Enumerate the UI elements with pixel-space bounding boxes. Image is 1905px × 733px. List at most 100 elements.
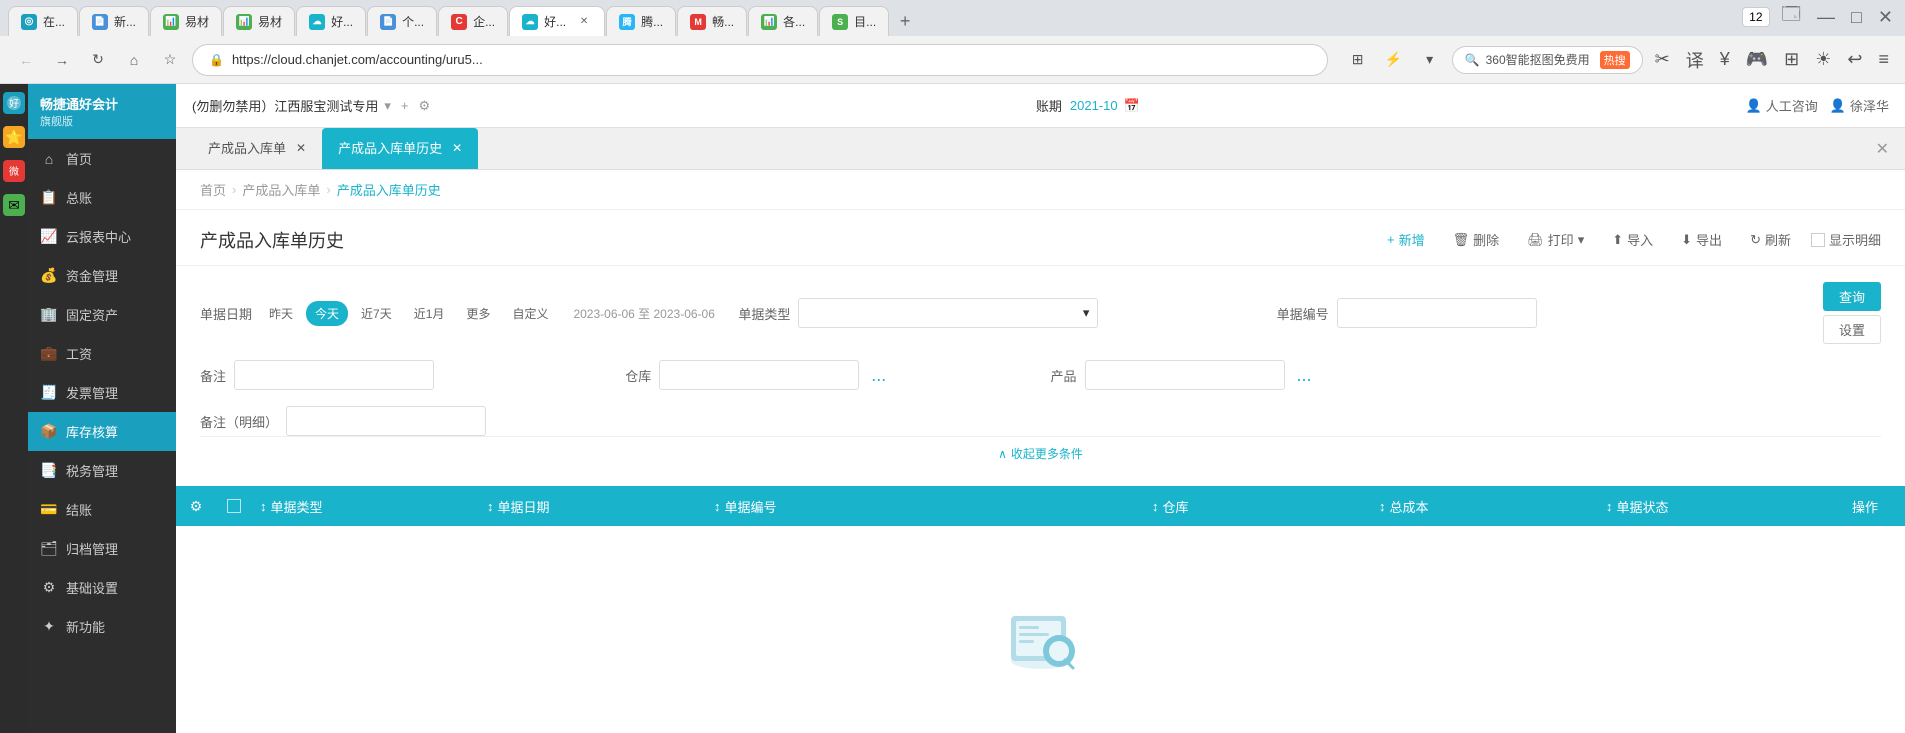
tab-t2[interactable]: 📄 新... xyxy=(79,6,149,36)
undo-icon[interactable]: ↩ xyxy=(1843,45,1866,74)
sidebar-item-home[interactable]: ⌂ 首页 xyxy=(28,139,176,178)
date-yesterday[interactable]: 昨天 xyxy=(260,301,302,326)
tab-close-history[interactable]: ✕ xyxy=(452,141,462,155)
note-input[interactable] xyxy=(234,360,434,390)
number-input[interactable] xyxy=(1337,298,1537,328)
bookmark-button[interactable]: ☆ xyxy=(156,46,184,74)
sidebar-item-cloud-report[interactable]: 📈 云报表中心 xyxy=(28,217,176,256)
tab-close-t8[interactable]: ✕ xyxy=(576,14,592,30)
sidebar-item-ledger[interactable]: 📋 总账 xyxy=(28,178,176,217)
breadcrumb-list[interactable]: 产成品入库单 xyxy=(242,180,320,199)
scissors-icon[interactable]: ✂ xyxy=(1651,45,1674,74)
tab-t7[interactable]: C 企... xyxy=(438,6,508,36)
tab-t8[interactable]: ☁ 好... ✕ xyxy=(509,6,605,36)
th-type[interactable]: ↕ 单据类型 xyxy=(252,497,479,516)
type-select[interactable]: ▾ xyxy=(798,298,1098,328)
extensions-icon[interactable]: ⊞ xyxy=(1344,46,1372,74)
date-more[interactable]: 更多 xyxy=(457,301,499,326)
show-columns-checkbox[interactable] xyxy=(1811,233,1825,247)
th-number[interactable]: ↕ 单据编号 xyxy=(706,497,1144,516)
sidebar-item-new-feature[interactable]: ✦ 新功能 xyxy=(28,607,176,646)
dropdown-icon[interactable]: ▾ xyxy=(1416,46,1444,74)
wallet-icon[interactable]: ¥ xyxy=(1716,45,1734,74)
settings-button[interactable]: 设置 xyxy=(1823,315,1881,344)
date-custom[interactable]: 自定义 xyxy=(503,301,557,326)
refresh-button[interactable]: ↻ 刷新 xyxy=(1742,226,1799,253)
table-settings-btn[interactable]: ⚙ xyxy=(176,498,216,515)
breadcrumb-home[interactable]: 首页 xyxy=(200,180,226,199)
browser-search[interactable]: 🔍 360智能抠图免费用 热搜 xyxy=(1452,46,1643,74)
date-today[interactable]: 今天 xyxy=(306,301,348,326)
product-input[interactable] xyxy=(1085,360,1285,390)
tab-t1[interactable]: ◎ 在... xyxy=(8,6,78,36)
show-columns-check[interactable]: 显示明细 xyxy=(1811,230,1881,249)
add-company-btn[interactable]: + xyxy=(401,98,409,113)
product-dots-btn[interactable]: ... xyxy=(1293,365,1316,386)
sidebar-item-salary[interactable]: 💼 工资 xyxy=(28,334,176,373)
tab-counter[interactable]: 12 xyxy=(1742,7,1769,27)
print-button[interactable]: 🖨 打印 ▾ xyxy=(1519,226,1592,253)
sidebar-item-basic-settings[interactable]: ⚙ 基础设置 xyxy=(28,568,176,607)
restore-icon[interactable]: 🗔 xyxy=(1778,0,1806,34)
table-select-all[interactable] xyxy=(216,499,252,513)
date-7days[interactable]: 近7天 xyxy=(352,301,401,326)
user-avatar[interactable]: 👤 徐泽华 xyxy=(1830,96,1889,115)
home-button[interactable]: ⌂ xyxy=(120,46,148,74)
sidebar-item-fixed-assets[interactable]: 🏢 固定资产 xyxy=(28,295,176,334)
game-icon[interactable]: 🎮 xyxy=(1742,45,1772,74)
query-button[interactable]: 查询 xyxy=(1823,282,1881,311)
tab-t10[interactable]: M 畅... xyxy=(677,6,747,36)
th-total-cost[interactable]: ↕ 总成本 xyxy=(1371,497,1598,516)
warehouse-input[interactable] xyxy=(659,360,859,390)
import-button[interactable]: ⬆ 导入 xyxy=(1604,226,1661,253)
company-settings-icon[interactable]: ⚙ xyxy=(418,98,430,114)
quick-icon-mail[interactable]: ✉ xyxy=(3,194,25,216)
date-1month[interactable]: 近1月 xyxy=(405,301,454,326)
window-close-icon[interactable]: ✕ xyxy=(1874,5,1897,30)
close-panel-btn[interactable]: ✕ xyxy=(1876,139,1889,159)
refresh-button[interactable]: ↻ xyxy=(84,46,112,74)
tab-t11[interactable]: 📊 各... xyxy=(748,6,818,36)
note-detail-input[interactable] xyxy=(286,406,486,436)
sidebar-item-archive[interactable]: 🗂 归档管理 xyxy=(28,529,176,568)
th-status[interactable]: ↕ 单据状态 xyxy=(1598,497,1825,516)
quick-icon-weibo[interactable]: 微 xyxy=(3,160,25,182)
brightness-icon[interactable]: ☀ xyxy=(1811,45,1835,74)
new-tab-button[interactable]: + xyxy=(890,6,920,36)
sidebar-item-fund[interactable]: 💰 资金管理 xyxy=(28,256,176,295)
tab-t12[interactable]: S 目... xyxy=(819,6,889,36)
lightning-icon[interactable]: ⚡ xyxy=(1380,46,1408,74)
forward-button[interactable]: → xyxy=(48,46,76,74)
sidebar-item-tax[interactable]: 📑 税务管理 xyxy=(28,451,176,490)
tab-t3[interactable]: 📊 易材 xyxy=(150,6,222,36)
tab-t6[interactable]: 📄 个... xyxy=(367,6,437,36)
calendar-icon[interactable]: 📅 xyxy=(1124,98,1140,114)
th-date[interactable]: ↕ 单据日期 xyxy=(479,497,706,516)
th-warehouse[interactable]: ↕ 仓库 xyxy=(1144,497,1371,516)
add-button[interactable]: + 新增 xyxy=(1379,226,1433,253)
minimize-icon[interactable]: — xyxy=(1813,5,1839,30)
tab-close-product-list[interactable]: ✕ xyxy=(296,141,306,155)
human-service-btn[interactable]: 👤 人工咨询 xyxy=(1746,96,1818,115)
settings-icon[interactable]: ≡ xyxy=(1874,45,1893,74)
export-button[interactable]: ⬇ 导出 xyxy=(1673,226,1730,253)
sidebar-item-settlement[interactable]: 💳 结账 xyxy=(28,490,176,529)
sidebar-item-invoice[interactable]: 🧾 发票管理 xyxy=(28,373,176,412)
back-button[interactable]: ← xyxy=(12,46,40,74)
delete-button[interactable]: 🗑 删除 xyxy=(1445,226,1508,253)
address-input[interactable]: 🔒 https://cloud.chanjet.com/accounting/u… xyxy=(192,44,1328,76)
maximize-icon[interactable]: □ xyxy=(1847,5,1866,30)
translate-icon[interactable]: 译 xyxy=(1682,43,1708,77)
warehouse-dots-btn[interactable]: ... xyxy=(867,365,890,386)
quick-icon-app[interactable]: 好 xyxy=(3,92,25,114)
tab-product-list[interactable]: 产成品入库单 ✕ xyxy=(192,128,322,169)
sidebar-item-inventory[interactable]: 📦 库存核算 xyxy=(28,412,176,451)
select-all-checkbox[interactable] xyxy=(227,499,241,513)
quick-icon-star[interactable]: ⭐ xyxy=(3,126,25,148)
company-dropdown-icon[interactable]: ▾ xyxy=(384,98,391,114)
tab-t9[interactable]: 腾 腾... xyxy=(606,6,676,36)
tab-t5[interactable]: ☁ 好... xyxy=(296,6,366,36)
grid-icon[interactable]: ⊞ xyxy=(1780,45,1803,74)
tab-product-history[interactable]: 产成品入库单历史 ✕ xyxy=(322,128,478,169)
collapse-bar[interactable]: ∧ 收起更多条件 xyxy=(200,436,1881,470)
